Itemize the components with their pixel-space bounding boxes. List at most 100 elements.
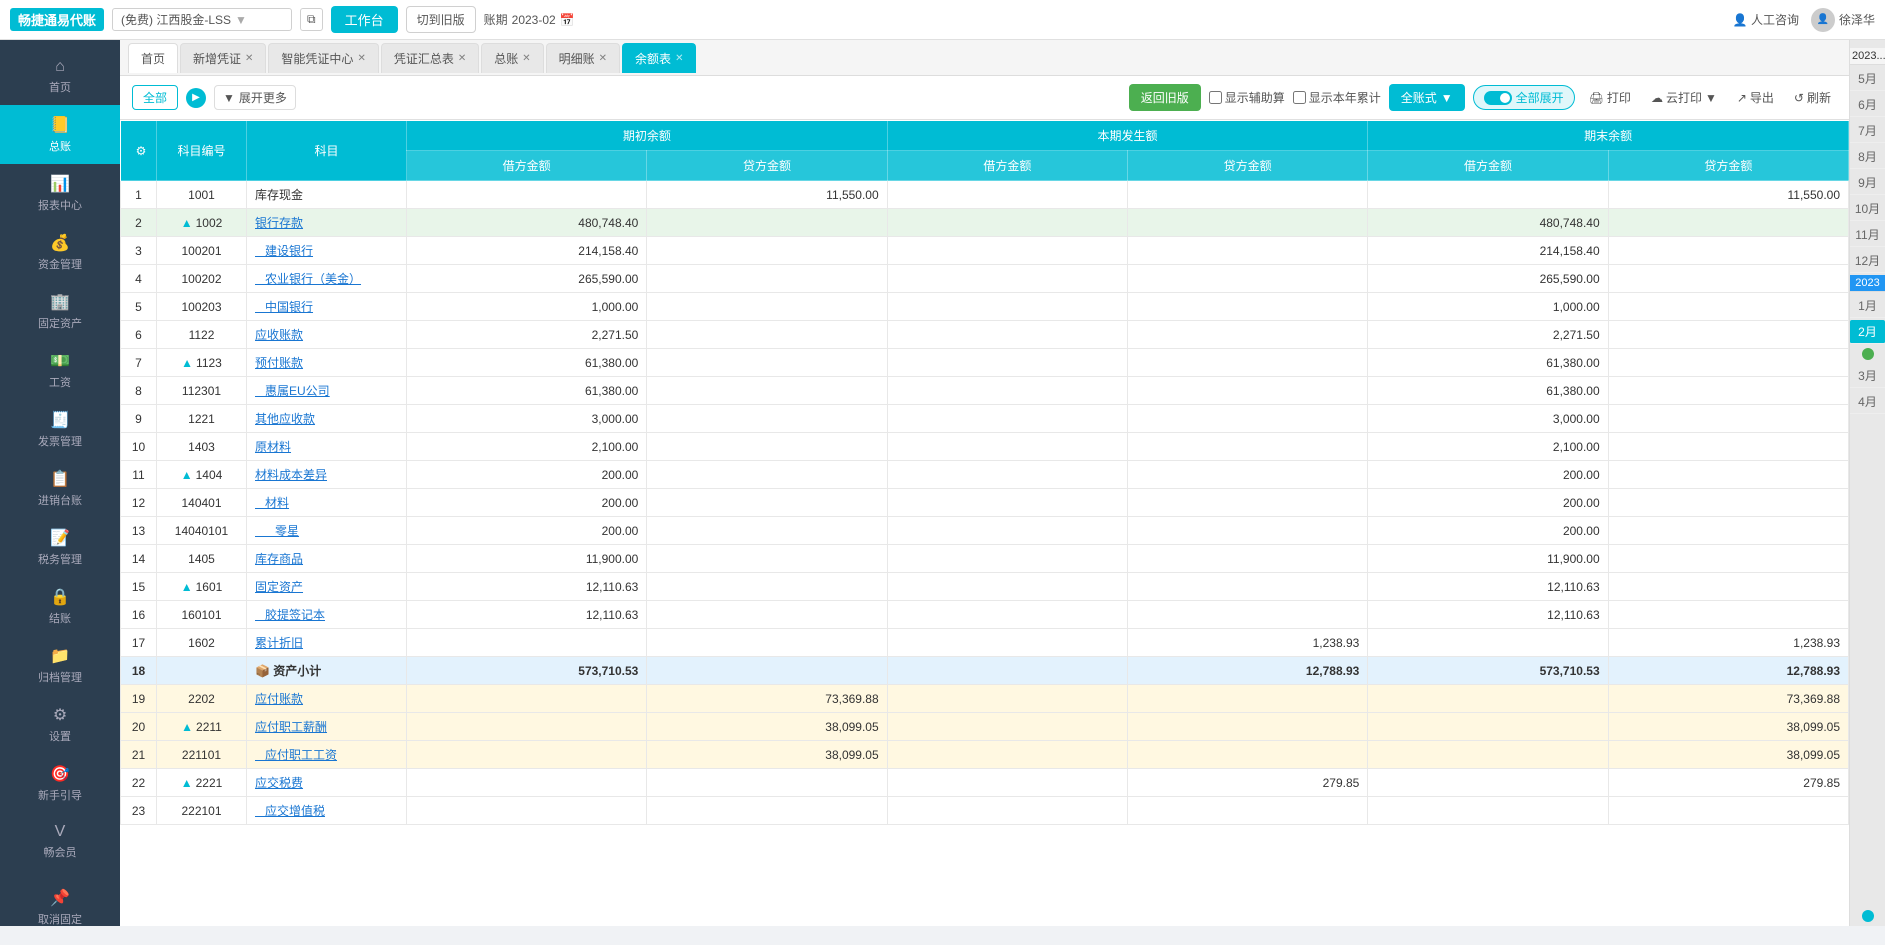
settings-col-icon[interactable]: ⚙ xyxy=(129,139,153,163)
user-info[interactable]: 👤 徐泽华 xyxy=(1811,8,1875,32)
sidebar-item-reports[interactable]: 📊 报表中心 xyxy=(0,164,120,223)
expand-more-button[interactable]: ▼ 展开更多 xyxy=(214,85,296,110)
tab-detail-close[interactable]: ✕ xyxy=(599,53,607,64)
tab-voucher-summary-close[interactable]: ✕ xyxy=(458,53,466,64)
show-year-input[interactable] xyxy=(1293,91,1306,104)
consult-link[interactable]: 👤 人工咨询 xyxy=(1733,11,1799,28)
account-name-link[interactable]: 惠属EU公司 xyxy=(255,384,330,398)
refresh-button[interactable]: ↺ 刷新 xyxy=(1788,86,1837,109)
tab-balance[interactable]: 余额表 ✕ xyxy=(622,43,696,73)
account-name-link[interactable]: 材料成本差异 xyxy=(255,468,327,482)
current-debit xyxy=(887,657,1127,685)
expand-icon[interactable]: ▲ xyxy=(181,580,193,594)
workbench-button[interactable]: 工作台 xyxy=(331,6,398,33)
account-name-link[interactable]: 库存商品 xyxy=(255,552,303,566)
tab-home[interactable]: 首页 xyxy=(128,43,178,73)
show-year-checkbox[interactable]: 显示本年累计 xyxy=(1293,89,1381,106)
account-name-link[interactable]: 应收账款 xyxy=(255,328,303,342)
switch-old-button[interactable]: 切到旧版 xyxy=(406,6,476,33)
sidebar-item-member[interactable]: V 畅会员 xyxy=(0,813,120,870)
sidebar-item-pin[interactable]: 📌 取消固定 xyxy=(0,878,120,937)
company-selector[interactable]: (免费) 江西股金-LSS ▼ xyxy=(112,8,292,31)
filter-all[interactable]: 全部 xyxy=(132,85,178,110)
sidebar-item-settings[interactable]: ⚙ 设置 xyxy=(0,695,120,754)
opening-credit xyxy=(647,265,887,293)
account-name-link[interactable]: 应付账款 xyxy=(255,692,303,706)
tab-voucher-summary[interactable]: 凭证汇总表 ✕ xyxy=(381,43,479,73)
account-name-link[interactable]: 应付职工薪酬 xyxy=(255,720,327,734)
show-aux-checkbox[interactable]: 显示辅助算 xyxy=(1209,89,1285,106)
sidebar-item-ledger[interactable]: 📒 总账 xyxy=(0,105,120,164)
expand-all-toggle[interactable]: 全部展开 xyxy=(1473,85,1575,110)
tab-new-voucher[interactable]: 新增凭证 ✕ xyxy=(180,43,266,73)
tab-ledger-close[interactable]: ✕ xyxy=(522,53,530,64)
account-name-cell: 其他应收款 xyxy=(247,405,407,433)
sidebar-item-guide[interactable]: 🎯 新手引导 xyxy=(0,754,120,813)
closing-debit xyxy=(1368,713,1608,741)
account-name-link[interactable]: 原材料 xyxy=(255,440,291,454)
sidebar-item-assets[interactable]: 🏢 固定资产 xyxy=(0,282,120,341)
account-name-link[interactable]: 建设银行 xyxy=(255,244,313,258)
tab-balance-close[interactable]: ✕ xyxy=(675,53,683,64)
month-10[interactable]: 10月 xyxy=(1850,197,1885,221)
expand-icon[interactable]: ▲ xyxy=(181,468,193,482)
sidebar-item-archive[interactable]: 📁 归档管理 xyxy=(0,636,120,695)
closing-debit: 12,110.63 xyxy=(1368,601,1608,629)
account-name-link[interactable]: 银行存款 xyxy=(255,216,303,230)
sidebar-item-home[interactable]: ⌂ 首页 xyxy=(0,48,120,105)
print-button[interactable]: 🖨 打印 xyxy=(1583,86,1637,109)
month-3[interactable]: 3月 xyxy=(1850,364,1885,388)
month-6[interactable]: 6月 xyxy=(1850,93,1885,117)
reports-icon: 📊 xyxy=(50,174,70,194)
full-form-button[interactable]: 全账式 ▼ xyxy=(1389,84,1465,111)
sidebar-item-sales[interactable]: 📋 进销台账 xyxy=(0,459,120,518)
account-name-link[interactable]: 固定资产 xyxy=(255,580,303,594)
show-aux-input[interactable] xyxy=(1209,91,1222,104)
sidebar-item-salary[interactable]: 💵 工资 xyxy=(0,341,120,400)
account-name-link[interactable]: 应付职工工资 xyxy=(255,748,337,762)
account-name-link[interactable]: 应交税费 xyxy=(255,776,303,790)
sidebar-item-funds[interactable]: 💰 资金管理 xyxy=(0,223,120,282)
assets-icon: 🏢 xyxy=(50,292,70,312)
sidebar-item-tax[interactable]: 📝 税务管理 xyxy=(0,518,120,577)
export-button[interactable]: ↗ 导出 xyxy=(1731,86,1780,109)
month-5[interactable]: 5月 xyxy=(1850,67,1885,91)
calendar-icon[interactable]: 📅 xyxy=(560,13,575,27)
account-name-link[interactable]: 应交增值税 xyxy=(255,804,325,818)
account-name-link[interactable]: 零星 xyxy=(255,524,299,538)
month-1[interactable]: 1月 xyxy=(1850,294,1885,318)
month-11[interactable]: 11月 xyxy=(1850,223,1885,247)
expand-icon[interactable]: ▲ xyxy=(181,776,193,790)
tab-smart-voucher[interactable]: 智能凭证中心 ✕ xyxy=(268,43,378,73)
cloud-print-button[interactable]: ☁ 云打印 ▼ xyxy=(1645,86,1723,109)
tab-ledger[interactable]: 总账 ✕ xyxy=(481,43,543,73)
filter-arrow[interactable]: ▶ xyxy=(186,88,206,108)
month-8[interactable]: 8月 xyxy=(1850,145,1885,169)
account-name-link[interactable]: 材料 xyxy=(255,496,289,510)
tab-new-voucher-close[interactable]: ✕ xyxy=(245,53,253,64)
expand-icon[interactable]: ▲ xyxy=(181,356,193,370)
account-name-link[interactable]: 其他应收款 xyxy=(255,412,315,426)
month-9[interactable]: 9月 xyxy=(1850,171,1885,195)
expand-icon[interactable]: ▲ xyxy=(181,216,193,230)
year-2023-label: 2023 xyxy=(1850,275,1885,292)
row-number: 9 xyxy=(121,405,157,433)
month-2[interactable]: 2月 xyxy=(1850,320,1885,344)
sidebar-item-close[interactable]: 🔒 结账 xyxy=(0,577,120,636)
return-old-button[interactable]: 返回旧版 xyxy=(1129,84,1201,111)
tab-detail[interactable]: 明细账 ✕ xyxy=(546,43,620,73)
opening-debit: 214,158.40 xyxy=(407,237,647,265)
month-7[interactable]: 7月 xyxy=(1850,119,1885,143)
account-name-link[interactable]: 中国银行 xyxy=(255,300,313,314)
month-12[interactable]: 12月 xyxy=(1850,249,1885,273)
account-name-link[interactable]: 农业银行（美金） xyxy=(255,272,361,286)
tab-smart-voucher-close[interactable]: ✕ xyxy=(357,53,365,64)
account-name-link[interactable]: 预付账款 xyxy=(255,356,303,370)
sidebar-item-invoice[interactable]: 🧾 发票管理 xyxy=(0,400,120,459)
month-4[interactable]: 4月 xyxy=(1850,390,1885,414)
account-name-link[interactable]: 胶提签记本 xyxy=(255,608,325,622)
copy-icon[interactable]: ⧉ xyxy=(300,8,323,31)
account-name-cell: 原材料 xyxy=(247,433,407,461)
account-name-link[interactable]: 累计折旧 xyxy=(255,636,303,650)
expand-icon[interactable]: ▲ xyxy=(181,720,193,734)
